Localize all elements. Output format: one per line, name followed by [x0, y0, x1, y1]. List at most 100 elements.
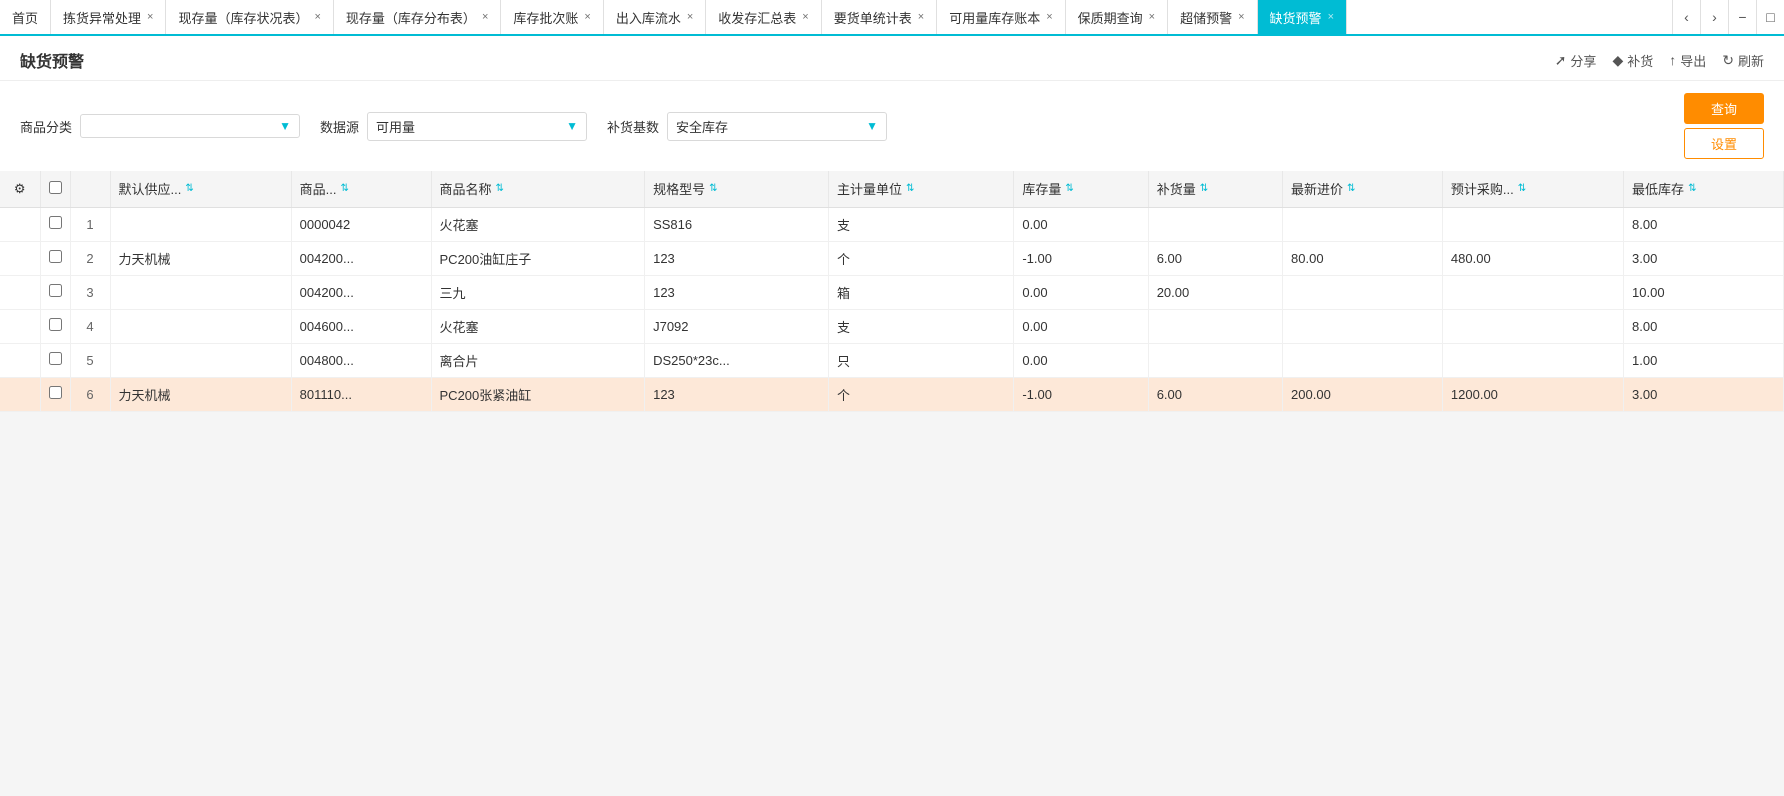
th-spec-label: 规格型号	[653, 179, 705, 198]
tab-batch-account[interactable]: 库存批次账 ×	[501, 0, 603, 34]
tab-requisition-stats[interactable]: 要货单统计表 ×	[822, 0, 937, 34]
row-spec-3: J7092	[645, 309, 829, 343]
replenish-base-select[interactable]: 安全库存 ▼	[667, 112, 887, 141]
row-checkbox-cell-2[interactable]	[40, 275, 70, 309]
row-replenish-4	[1148, 343, 1282, 377]
select-all-checkbox[interactable]	[49, 181, 62, 194]
settings-button[interactable]: 设置	[1684, 128, 1764, 159]
tab-close-8[interactable]: ×	[1046, 11, 1052, 23]
tab-close-1[interactable]: ×	[147, 11, 153, 23]
row-num-1: 2	[70, 241, 110, 275]
row-gear-0	[0, 207, 40, 241]
replenish-button[interactable]: ◆ 补货	[1612, 51, 1653, 70]
row-checkbox-cell-5[interactable]	[40, 377, 70, 411]
th-latest-price[interactable]: 最新进价 ⇅	[1283, 171, 1443, 207]
query-button[interactable]: 查询	[1684, 93, 1764, 124]
row-est-2	[1442, 275, 1623, 309]
row-stock-1: -1.00	[1014, 241, 1148, 275]
row-min-stock-1: 3.00	[1624, 241, 1784, 275]
tab-picking-exception[interactable]: 拣货异常处理 ×	[51, 0, 166, 34]
tab-close-6[interactable]: ×	[802, 11, 808, 23]
row-name-4: 离合片	[431, 343, 645, 377]
tab-nav-next[interactable]: ›	[1700, 0, 1728, 35]
tab-home[interactable]: 首页	[0, 0, 51, 34]
row-num-5: 6	[70, 377, 110, 411]
export-button[interactable]: ↑ 导出	[1669, 51, 1706, 70]
replenish-icon: ◆	[1612, 52, 1623, 69]
row-checkbox-cell-4[interactable]	[40, 343, 70, 377]
refresh-button[interactable]: ↻ 刷新	[1722, 51, 1764, 70]
row-checkbox-0[interactable]	[49, 216, 62, 229]
row-est-4	[1442, 343, 1623, 377]
filter-actions: 查询 设置	[1684, 93, 1764, 159]
row-checkbox-2[interactable]	[49, 284, 62, 297]
sort-icon-stock: ⇅	[1065, 183, 1073, 194]
tab-stock-status[interactable]: 现存量（库存状况表） ×	[166, 0, 333, 34]
row-est-3	[1442, 309, 1623, 343]
th-replenish-qty[interactable]: 补货量 ⇅	[1148, 171, 1282, 207]
th-stock-qty[interactable]: 库存量 ⇅	[1014, 171, 1148, 207]
sort-icon-min-stock: ⇅	[1688, 183, 1696, 194]
tab-close-5[interactable]: ×	[687, 11, 693, 23]
datasource-select[interactable]: 可用量 ▼	[367, 112, 587, 141]
row-num-2: 3	[70, 275, 110, 309]
tab-overstock-warning[interactable]: 超储预警 ×	[1168, 0, 1257, 34]
table-container: ⚙ 默认供应... ⇅ 商品..	[0, 171, 1784, 412]
tab-close-3[interactable]: ×	[482, 11, 488, 23]
sort-icon-code: ⇅	[340, 183, 348, 194]
th-checkbox[interactable]	[40, 171, 70, 207]
row-unit-3: 支	[828, 309, 1013, 343]
th-gear[interactable]: ⚙	[0, 171, 40, 207]
row-unit-1: 个	[828, 241, 1013, 275]
tab-bar: 首页 拣货异常处理 × 现存量（库存状况表） × 现存量（库存分布表） × 库存…	[0, 0, 1784, 36]
tab-expiry-query[interactable]: 保质期查询 ×	[1066, 0, 1168, 34]
tab-close-2[interactable]: ×	[314, 11, 320, 23]
th-product-code[interactable]: 商品... ⇅	[291, 171, 431, 207]
tab-nav-maximize[interactable]: □	[1756, 0, 1784, 35]
row-checkbox-cell-3[interactable]	[40, 309, 70, 343]
row-checkbox-5[interactable]	[49, 386, 62, 399]
th-default-supplier[interactable]: 默认供应... ⇅	[110, 171, 291, 207]
tab-close-10[interactable]: ×	[1238, 11, 1244, 23]
th-min-stock[interactable]: 最低库存 ⇅	[1624, 171, 1784, 207]
row-code-4: 004800...	[291, 343, 431, 377]
share-button[interactable]: ➚ 分享	[1555, 51, 1597, 70]
row-price-1: 80.00	[1283, 241, 1443, 275]
tab-close-4[interactable]: ×	[584, 11, 590, 23]
tab-close-9[interactable]: ×	[1149, 11, 1155, 23]
row-spec-0: SS816	[645, 207, 829, 241]
tab-close-7[interactable]: ×	[918, 11, 924, 23]
row-min-stock-4: 1.00	[1624, 343, 1784, 377]
row-checkbox-cell-1[interactable]	[40, 241, 70, 275]
row-checkbox-3[interactable]	[49, 318, 62, 331]
row-code-1: 004200...	[291, 241, 431, 275]
row-checkbox-cell-0[interactable]	[40, 207, 70, 241]
th-est-purchase-label: 预计采购...	[1451, 179, 1514, 198]
tab-shortage-warning[interactable]: 缺货预警 ×	[1258, 0, 1347, 34]
row-replenish-2: 20.00	[1148, 275, 1282, 309]
row-est-5: 1200.00	[1442, 377, 1623, 411]
th-unit-label: 主计量单位	[837, 179, 902, 198]
row-unit-5: 个	[828, 377, 1013, 411]
tab-close-11[interactable]: ×	[1328, 11, 1334, 23]
row-unit-4: 只	[828, 343, 1013, 377]
tab-nav-minimize[interactable]: −	[1728, 0, 1756, 35]
row-name-5: PC200张紧油缸	[431, 377, 645, 411]
th-unit[interactable]: 主计量单位 ⇅	[828, 171, 1013, 207]
th-spec[interactable]: 规格型号 ⇅	[645, 171, 829, 207]
tab-stock-dist[interactable]: 现存量（库存分布表） ×	[334, 0, 501, 34]
tab-available-ledger[interactable]: 可用量库存账本 ×	[937, 0, 1065, 34]
tab-recv-summary[interactable]: 收发存汇总表 ×	[706, 0, 821, 34]
th-est-purchase[interactable]: 预计采购... ⇅	[1442, 171, 1623, 207]
row-checkbox-4[interactable]	[49, 352, 62, 365]
row-price-3	[1283, 309, 1443, 343]
row-price-5: 200.00	[1283, 377, 1443, 411]
row-min-stock-5: 3.00	[1624, 377, 1784, 411]
th-replenish-qty-label: 补货量	[1157, 179, 1196, 198]
tab-nav-prev[interactable]: ‹	[1672, 0, 1700, 35]
row-checkbox-1[interactable]	[49, 250, 62, 263]
th-product-name[interactable]: 商品名称 ⇅	[431, 171, 645, 207]
row-code-0: 0000042	[291, 207, 431, 241]
tab-inout-flow[interactable]: 出入库流水 ×	[604, 0, 706, 34]
category-select[interactable]: ▼	[80, 114, 300, 138]
